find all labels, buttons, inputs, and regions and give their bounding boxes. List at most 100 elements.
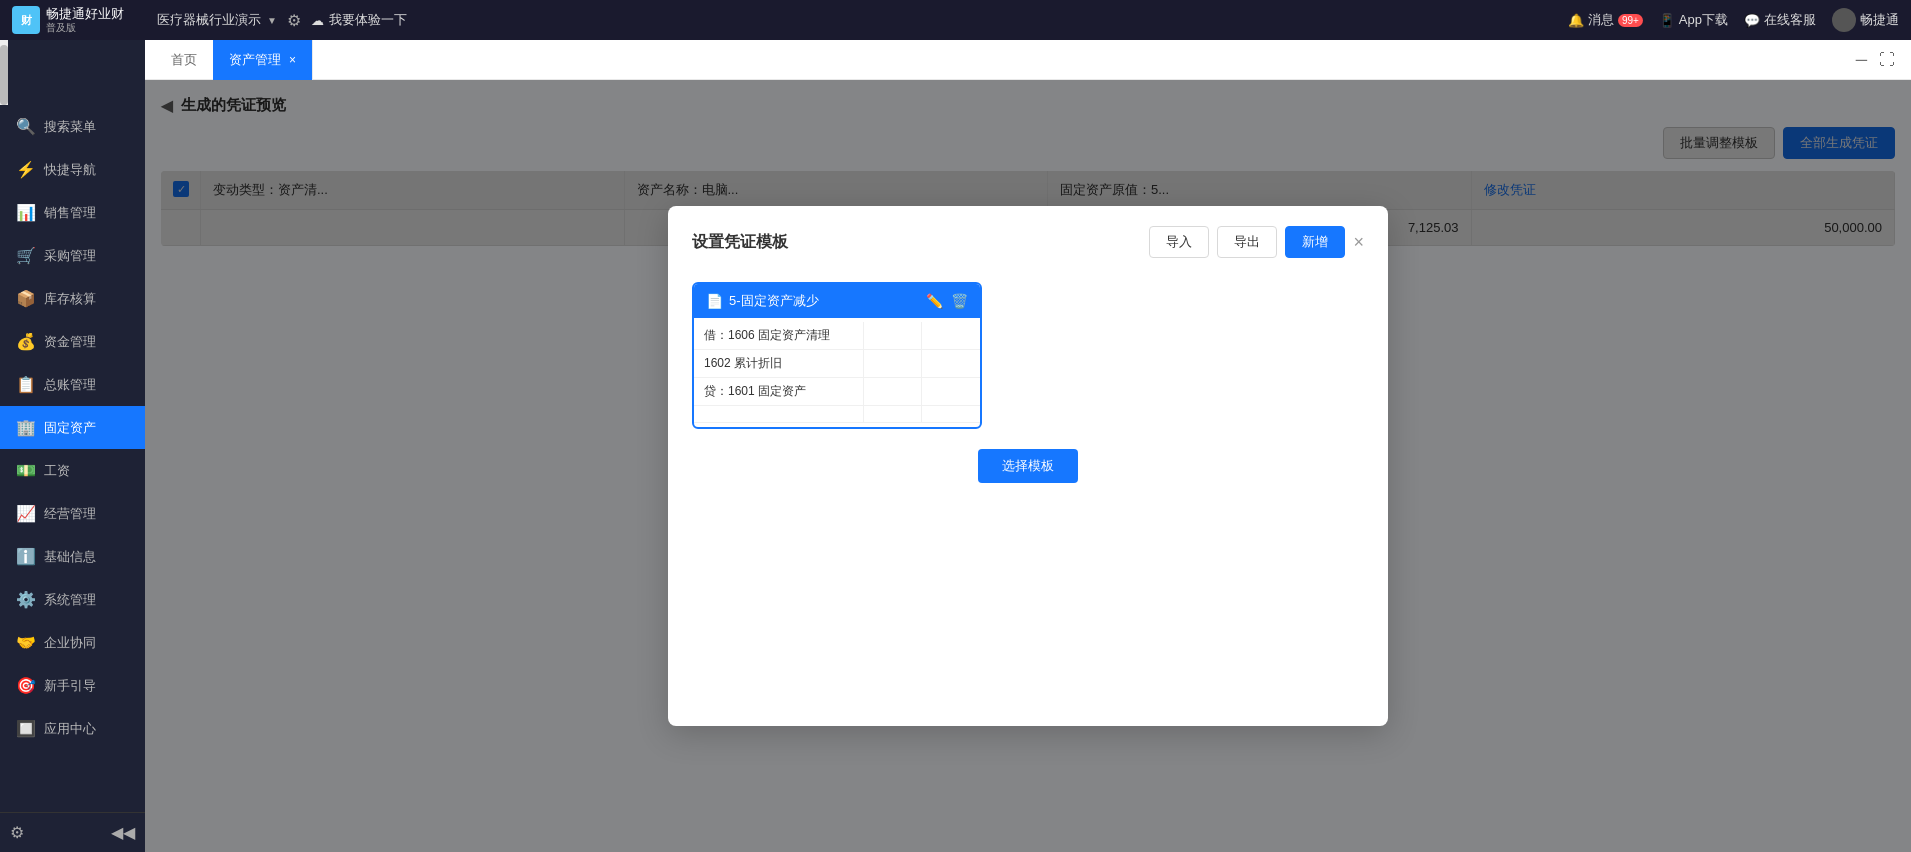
bell-icon: 🔔 xyxy=(1568,13,1584,28)
sidebar-item-inventory[interactable]: 📦 库存核算 xyxy=(0,277,145,320)
modal-title: 设置凭证模板 xyxy=(692,232,788,253)
sidebar-item-search[interactable]: 🔍 搜索菜单 xyxy=(0,105,145,148)
import-btn[interactable]: 导入 xyxy=(1149,226,1209,258)
appcenter-icon: 🔲 xyxy=(16,719,36,738)
company-selector[interactable]: 医疗器械行业演示 ▼ xyxy=(157,11,277,29)
template-card-body: 借：1606 固定资产清理 1602 累计折旧 xyxy=(694,318,980,427)
guide-icon: 🎯 xyxy=(16,676,36,695)
sidebar-item-quicknav[interactable]: ⚡ 快捷导航 xyxy=(0,148,145,191)
capital-icon: 💰 xyxy=(16,332,36,351)
logo-text: 畅捷通好业财 普及版 xyxy=(46,6,124,34)
sidebar-item-purchase[interactable]: 🛒 采购管理 xyxy=(0,234,145,277)
sidebar-item-sales[interactable]: 📊 销售管理 xyxy=(0,191,145,234)
sidebar-item-basic[interactable]: ℹ️ 基础信息 xyxy=(0,535,145,578)
debit-col-1 xyxy=(864,322,922,350)
fixed-assets-icon: 🏢 xyxy=(16,418,36,437)
top-bar-right: 🔔 消息 99+ 📱 App下载 💬 在线客服 畅捷通 xyxy=(1568,8,1899,32)
template-table-row-1: 借：1606 固定资产清理 xyxy=(694,322,980,350)
page-area: 首页 资产管理 × ─ ⛶ ◀ 生成的凭证预览 xyxy=(145,40,1911,852)
sidebar-item-ledger[interactable]: 📋 总账管理 xyxy=(0,363,145,406)
sidebar-collapse-icon[interactable]: ◀◀ xyxy=(111,823,135,842)
template-card-header: 📄 5-固定资产减少 ✏️ 🗑️ xyxy=(694,284,980,318)
tab-asset-management[interactable]: 资产管理 × xyxy=(213,40,313,80)
credit-col-2 xyxy=(922,350,980,378)
template-header-left: 📄 5-固定资产减少 xyxy=(706,292,819,310)
content-area: ◀ 生成的凭证预览 批量调整模板 全部生成凭证 ✓ 变动类型：资产清... xyxy=(145,80,1911,852)
modal-close-btn[interactable]: × xyxy=(1353,232,1364,253)
modal-header: 设置凭证模板 导入 导出 新增 × xyxy=(668,206,1388,258)
collab-icon: 🤝 xyxy=(16,633,36,652)
dropdown-arrow-icon: ▼ xyxy=(267,15,277,26)
experience-btn[interactable]: ☁ 我要体验一下 xyxy=(311,11,407,29)
service-icon: 💬 xyxy=(1744,13,1760,28)
purchase-icon: 🛒 xyxy=(16,246,36,265)
credit-col-3 xyxy=(922,378,980,406)
online-service-btn[interactable]: 💬 在线客服 xyxy=(1744,11,1816,29)
scrollbar-thumb[interactable] xyxy=(0,45,8,105)
tab-home[interactable]: 首页 xyxy=(155,40,213,80)
top-bar: 财 畅捷通好业财 普及版 医疗器械行业演示 ▼ ⚙ ☁ 我要体验一下 🔔 消息 … xyxy=(0,0,1911,40)
template-table-row-4 xyxy=(694,406,980,423)
sidebar-item-system[interactable]: ⚙️ 系统管理 xyxy=(0,578,145,621)
maximize-icon[interactable]: ⛶ xyxy=(1873,51,1901,69)
template-card-actions: ✏️ 🗑️ xyxy=(926,293,968,309)
system-icon: ⚙️ xyxy=(16,590,36,609)
modal-dialog: 设置凭证模板 导入 导出 新增 × xyxy=(668,206,1388,726)
tab-close-icon[interactable]: × xyxy=(289,53,296,67)
inventory-icon: 📦 xyxy=(16,289,36,308)
account-col-2: 1602 累计折旧 xyxy=(694,350,864,378)
basic-info-icon: ℹ️ xyxy=(16,547,36,566)
tab-bar-right: ─ ⛶ xyxy=(1850,51,1911,69)
user-avatar[interactable]: 畅捷通 xyxy=(1832,8,1899,32)
account-col-1: 借：1606 固定资产清理 xyxy=(694,322,864,350)
download-icon: 📱 xyxy=(1659,13,1675,28)
credit-col-4 xyxy=(922,406,980,423)
template-card: 📄 5-固定资产减少 ✏️ 🗑️ xyxy=(692,282,982,429)
sidebar-gear-icon[interactable]: ⚙ xyxy=(10,823,24,842)
app-download-btn[interactable]: 📱 App下载 xyxy=(1659,11,1728,29)
avatar xyxy=(1832,8,1856,32)
sidebar-item-guide[interactable]: 🎯 新手引导 xyxy=(0,664,145,707)
debit-col-3 xyxy=(864,378,922,406)
template-table-row-2: 1602 累计折旧 xyxy=(694,350,980,378)
search-icon: 🔍 xyxy=(16,117,36,136)
account-col-4 xyxy=(694,406,864,423)
template-edit-icon[interactable]: ✏️ xyxy=(926,293,943,309)
app-logo: 财 畅捷通好业财 普及版 xyxy=(12,6,157,34)
sidebar-scroll: 🔍 搜索菜单 ⚡ 快捷导航 📊 销售管理 🛒 采购管理 📦 库存核算 xyxy=(0,105,145,812)
sales-icon: 📊 xyxy=(16,203,36,222)
ledger-icon: 📋 xyxy=(16,375,36,394)
export-btn[interactable]: 导出 xyxy=(1217,226,1277,258)
sidebar-item-capital[interactable]: 💰 资金管理 xyxy=(0,320,145,363)
top-bar-center: 医疗器械行业演示 ▼ ⚙ ☁ 我要体验一下 xyxy=(157,11,1568,30)
sidebar: 🔍 搜索菜单 ⚡ 快捷导航 📊 销售管理 🛒 采购管理 📦 库存核算 xyxy=(0,40,145,852)
tab-bar: 首页 资产管理 × ─ ⛶ xyxy=(145,40,1911,80)
modal-body: 📄 5-固定资产减少 ✏️ 🗑️ xyxy=(668,258,1388,726)
payroll-icon: 💵 xyxy=(16,461,36,480)
settings-icon[interactable]: ⚙ xyxy=(287,11,301,30)
template-table-row-3: 贷：1601 固定资产 xyxy=(694,378,980,406)
template-name: 5-固定资产减少 xyxy=(729,292,819,310)
select-template-btn[interactable]: 选择模板 xyxy=(978,449,1078,483)
sidebar-footer: ⚙ ◀◀ xyxy=(0,812,145,852)
new-template-btn[interactable]: 新增 xyxy=(1285,226,1345,258)
debit-col-4 xyxy=(864,406,922,423)
sidebar-item-payroll[interactable]: 💵 工资 xyxy=(0,449,145,492)
minimize-icon[interactable]: ─ xyxy=(1850,51,1873,69)
account-col-3: 贷：1601 固定资产 xyxy=(694,378,864,406)
logo-icon: 财 xyxy=(12,6,40,34)
notifications-btn[interactable]: 🔔 消息 99+ xyxy=(1568,11,1643,29)
sidebar-item-appcenter[interactable]: 🔲 应用中心 xyxy=(0,707,145,750)
template-doc-icon: 📄 xyxy=(706,293,723,309)
sidebar-item-collab[interactable]: 🤝 企业协同 xyxy=(0,621,145,664)
sidebar-item-operations[interactable]: 📈 经营管理 xyxy=(0,492,145,535)
cloud-icon: ☁ xyxy=(311,13,324,28)
sidebar-item-fixed[interactable]: 🏢 固定资产 xyxy=(0,406,145,449)
template-delete-icon[interactable]: 🗑️ xyxy=(951,293,968,309)
modal-overlay: 设置凭证模板 导入 导出 新增 × xyxy=(145,80,1911,852)
debit-col-2 xyxy=(864,350,922,378)
operations-icon: 📈 xyxy=(16,504,36,523)
quicknav-icon: ⚡ xyxy=(16,160,36,179)
scrollbar-track[interactable] xyxy=(0,40,8,105)
credit-col-1 xyxy=(922,322,980,350)
